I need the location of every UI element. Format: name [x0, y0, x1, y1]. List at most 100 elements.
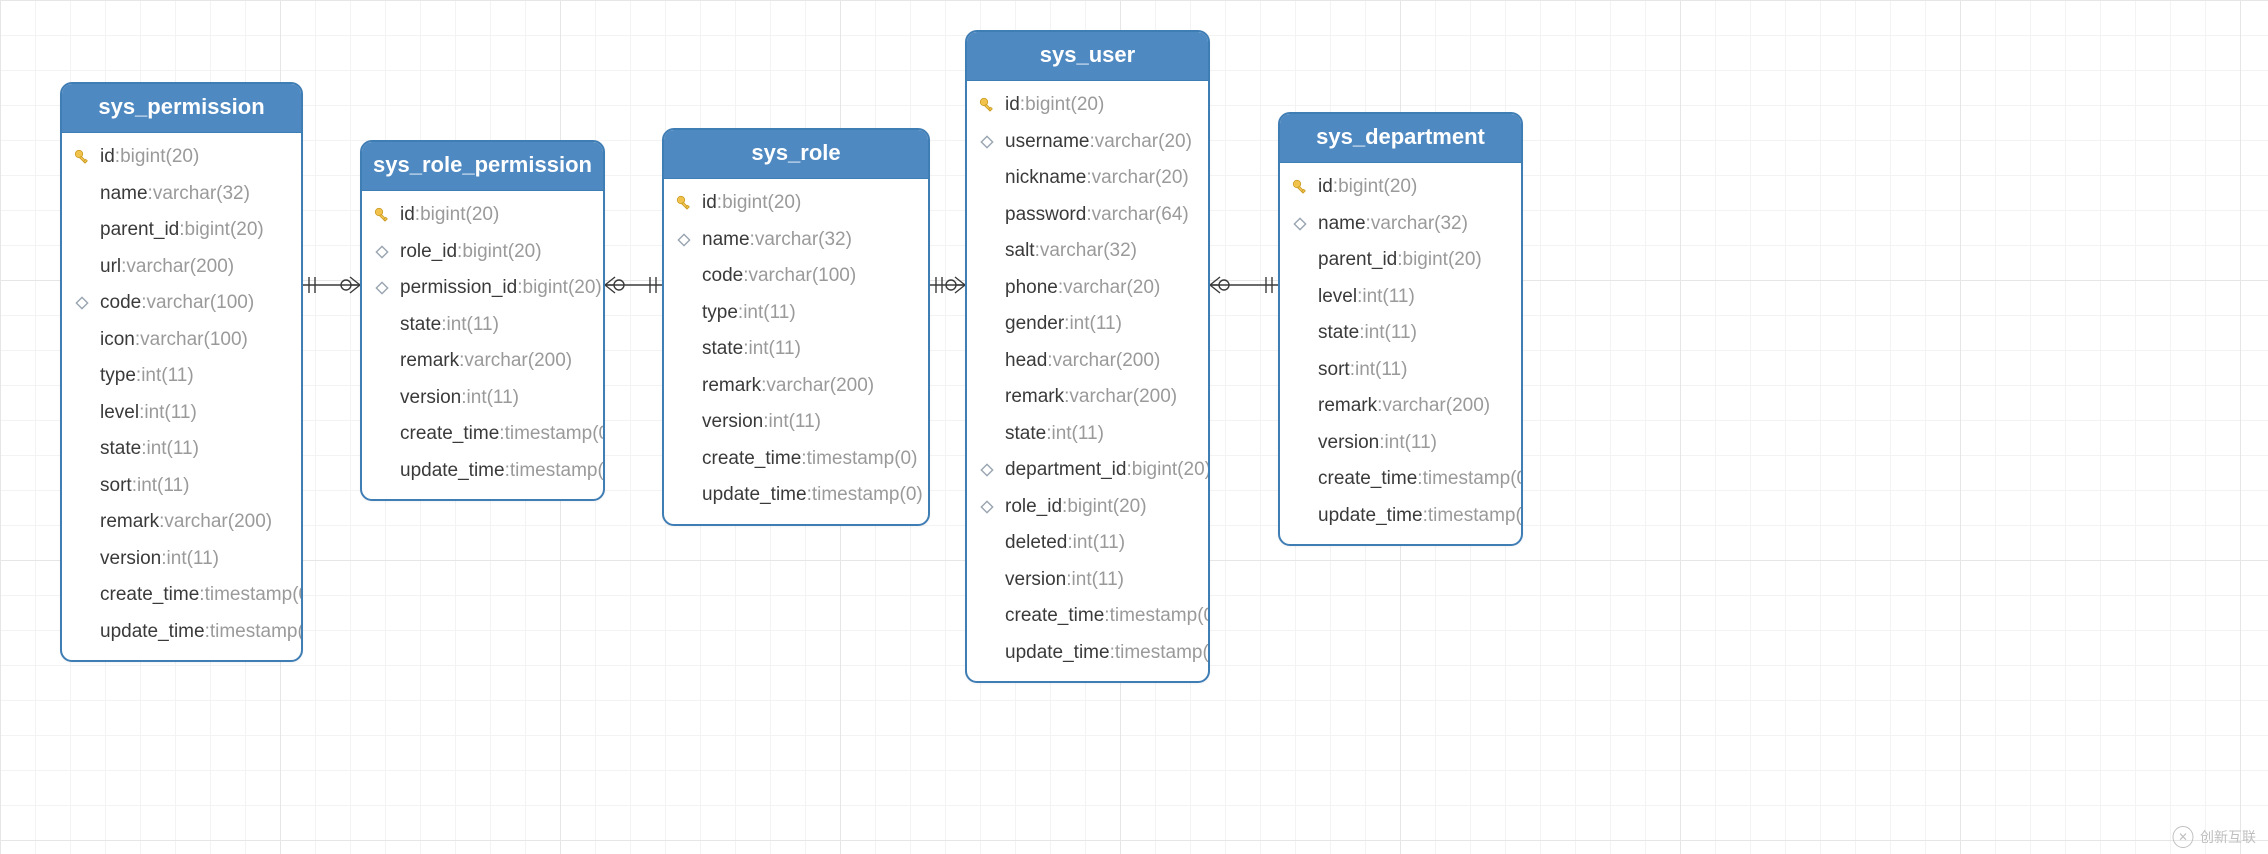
blank-icon	[977, 387, 997, 407]
blank-icon	[72, 439, 92, 459]
blank-icon	[674, 376, 694, 396]
column-name: parent_id	[100, 216, 179, 245]
column-name: create_time	[702, 445, 801, 474]
key-icon	[372, 205, 392, 225]
blank-icon	[372, 461, 392, 481]
blank-icon	[72, 476, 92, 496]
column-row: gender: int(11)	[967, 306, 1208, 343]
column-row: version: int(11)	[62, 541, 301, 578]
watermark-icon: ✕	[2173, 826, 2194, 848]
blank-icon	[72, 403, 92, 423]
column-row: create_time: timestamp(0)	[664, 441, 928, 478]
column-type: int(11)	[167, 545, 219, 574]
column-row: version: int(11)	[967, 562, 1208, 599]
blank-icon	[72, 220, 92, 240]
column-name: create_time	[1318, 465, 1417, 494]
column-name: version	[702, 408, 763, 437]
column-name: update_time	[1318, 502, 1423, 531]
column-type: bigint(20)	[722, 189, 801, 218]
column-row: phone: varchar(20)	[967, 270, 1208, 307]
column-type: int(11)	[1073, 529, 1125, 558]
column-row: type: int(11)	[62, 358, 301, 395]
columns-list: id: bigint(20)name: varchar(32)parent_id…	[1280, 163, 1521, 544]
column-name: phone	[1005, 274, 1058, 303]
column-row: department_id: bigint(20)	[967, 452, 1208, 489]
column-name: name	[702, 226, 750, 255]
column-row: parent_id: bigint(20)	[62, 212, 301, 249]
blank-icon	[72, 549, 92, 569]
entity-sys_user[interactable]: sys_userid: bigint(20)username: varchar(…	[965, 30, 1210, 683]
entity-sys_role[interactable]: sys_roleid: bigint(20)name: varchar(32)c…	[662, 128, 930, 526]
column-name: remark	[1318, 392, 1377, 421]
column-name: create_time	[400, 420, 499, 449]
column-row: id: bigint(20)	[664, 185, 928, 222]
column-type: varchar(32)	[153, 180, 250, 209]
column-type: int(11)	[748, 335, 800, 364]
column-type: varchar(32)	[755, 226, 852, 255]
entity-sys_role_permission[interactable]: sys_role_permissionid: bigint(20)role_id…	[360, 140, 605, 501]
column-name: url	[100, 253, 121, 282]
column-row: code: varchar(100)	[664, 258, 928, 295]
column-row: create_time: timestamp(0)	[362, 416, 603, 453]
blank-icon	[1290, 469, 1310, 489]
column-name: update_time	[702, 481, 807, 510]
column-name: name	[100, 180, 148, 209]
blank-icon	[977, 533, 997, 553]
column-row: create_time: timestamp(0)	[1280, 461, 1521, 498]
blank-icon	[977, 314, 997, 334]
column-row: remark: varchar(200)	[967, 379, 1208, 416]
column-type: int(11)	[1069, 310, 1121, 339]
column-type: varchar(32)	[1371, 210, 1468, 239]
column-type: int(11)	[1355, 356, 1407, 385]
entity-header: sys_department	[1280, 114, 1521, 163]
column-row: update_time: timestamp(0)	[362, 453, 603, 490]
blank-icon	[674, 339, 694, 359]
column-row: role_id: bigint(20)	[362, 234, 603, 271]
column-type: int(11)	[137, 472, 189, 501]
column-type: varchar(100)	[748, 262, 856, 291]
column-type: bigint(20)	[420, 201, 499, 230]
column-row: role_id: bigint(20)	[967, 489, 1208, 526]
diagram-canvas[interactable]: sys_permissionid: bigint(20)name: varcha…	[0, 0, 2268, 854]
column-name: remark	[400, 347, 459, 376]
entity-sys_permission[interactable]: sys_permissionid: bigint(20)name: varcha…	[60, 82, 303, 662]
column-name: version	[400, 384, 461, 413]
entity-header: sys_role_permission	[362, 142, 603, 191]
blank-icon	[1290, 250, 1310, 270]
columns-list: id: bigint(20)name: varchar(32)parent_id…	[62, 133, 301, 660]
column-type: varchar(200)	[766, 372, 874, 401]
blank-icon	[674, 266, 694, 286]
columns-list: id: bigint(20)name: varchar(32)code: var…	[664, 179, 928, 524]
blank-icon	[977, 168, 997, 188]
blank-icon	[372, 351, 392, 371]
blank-icon	[1290, 323, 1310, 343]
entity-header: sys_role	[664, 130, 928, 179]
column-row: name: varchar(32)	[664, 222, 928, 259]
blank-icon	[1290, 396, 1310, 416]
blank-icon	[977, 424, 997, 444]
column-name: department_id	[1005, 456, 1126, 485]
diamond-icon	[372, 242, 392, 262]
column-type: varchar(200)	[1382, 392, 1490, 421]
column-name: create_time	[1005, 602, 1104, 631]
column-row: salt: varchar(32)	[967, 233, 1208, 270]
column-type: bigint(20)	[1132, 456, 1210, 485]
column-row: remark: varchar(200)	[62, 504, 301, 541]
column-name: state	[1005, 420, 1046, 449]
column-name: update_time	[1005, 639, 1110, 668]
column-name: password	[1005, 201, 1086, 230]
blank-icon	[674, 303, 694, 323]
column-name: update_time	[400, 457, 505, 486]
column-type: bigint(20)	[1403, 246, 1482, 275]
entity-sys_department[interactable]: sys_departmentid: bigint(20)name: varcha…	[1278, 112, 1523, 546]
column-type: bigint(20)	[462, 238, 541, 267]
column-row: sort: int(11)	[1280, 352, 1521, 389]
column-row: id: bigint(20)	[1280, 169, 1521, 206]
column-name: type	[100, 362, 136, 391]
column-type: int(11)	[144, 399, 196, 428]
blank-icon	[977, 351, 997, 371]
column-name: remark	[100, 508, 159, 537]
blank-icon	[977, 570, 997, 590]
blank-icon	[674, 449, 694, 469]
column-name: role_id	[400, 238, 457, 267]
